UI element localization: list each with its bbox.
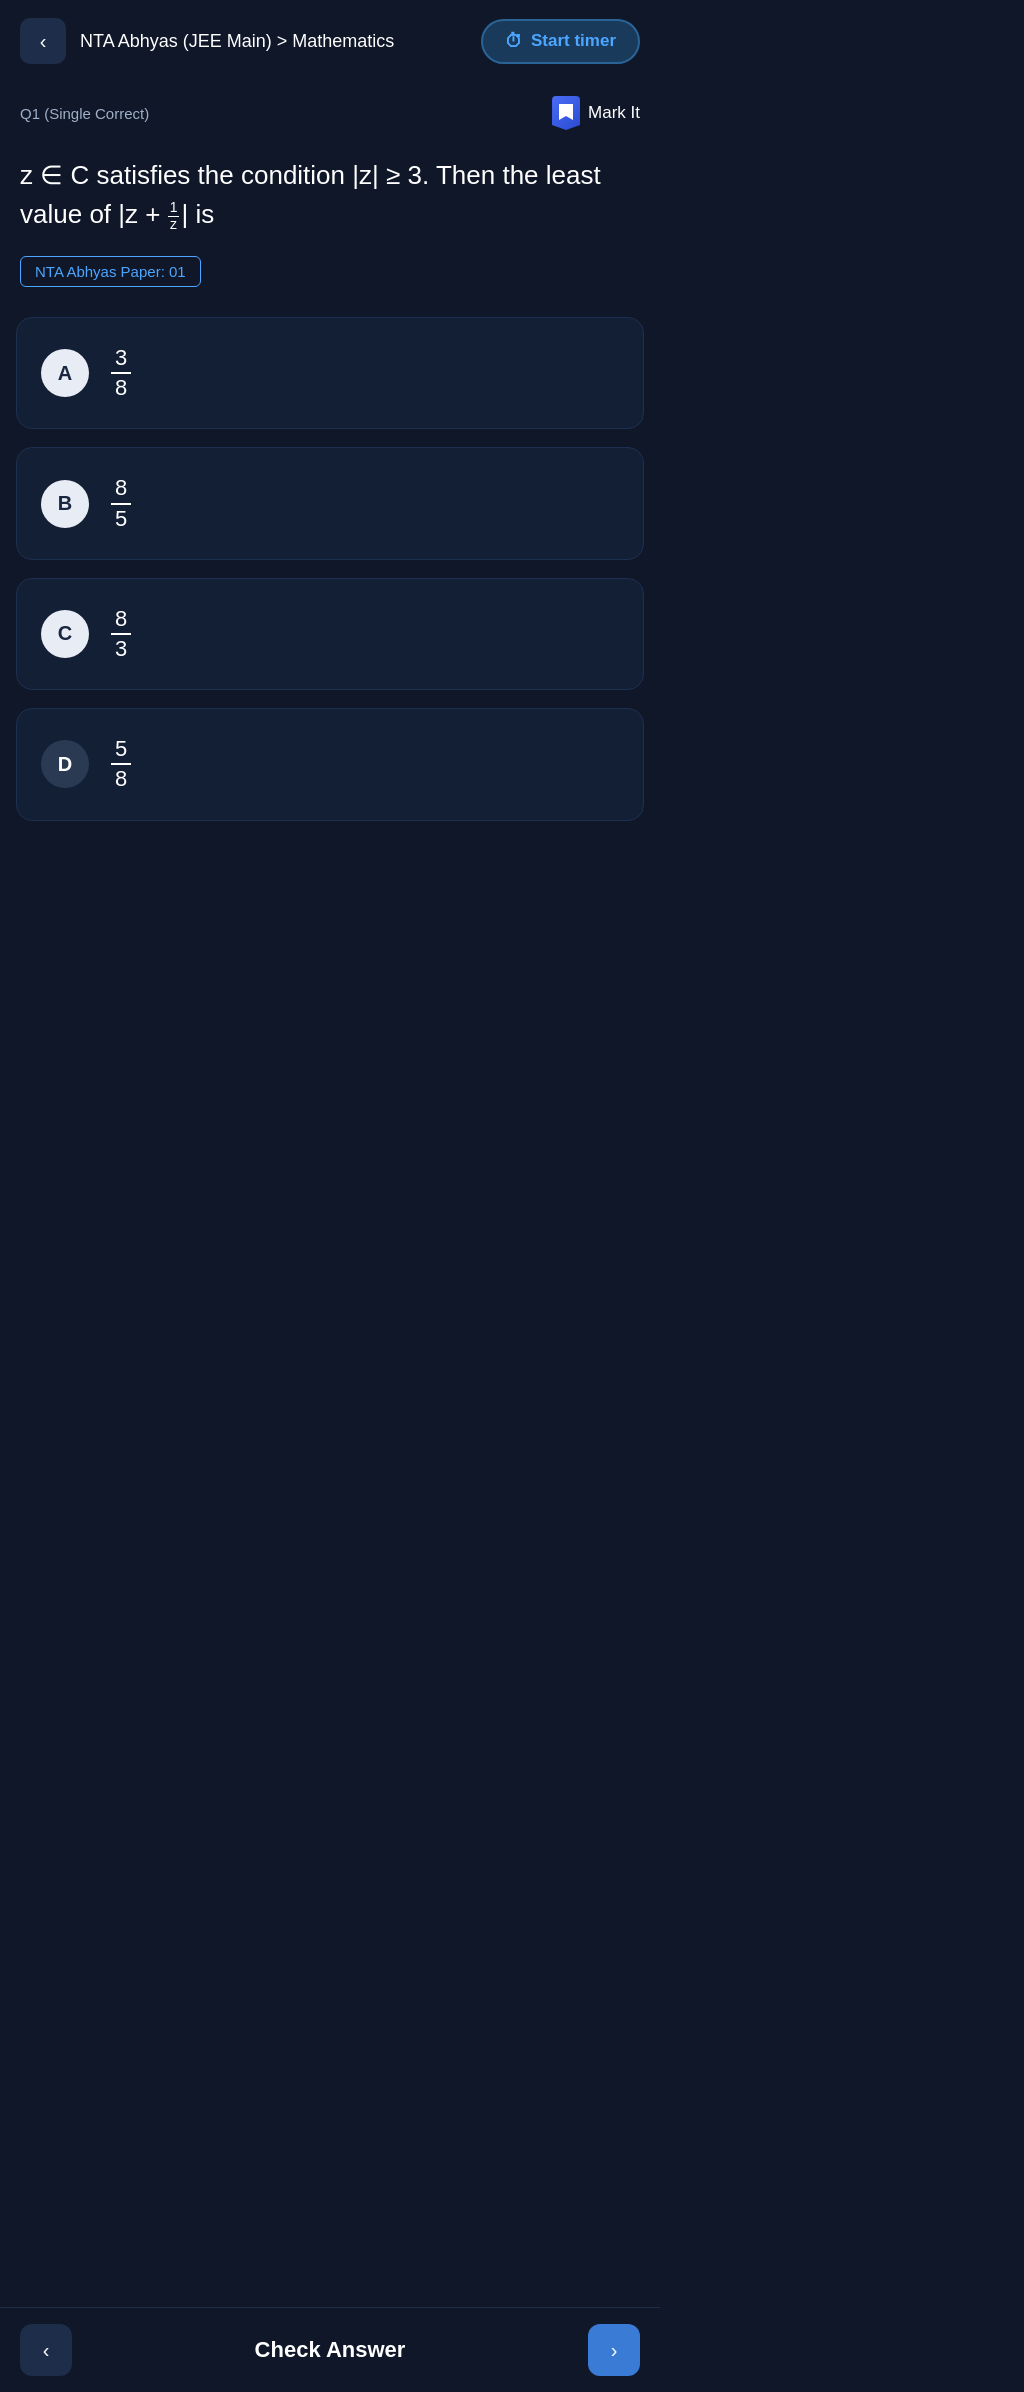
option-d-fraction: 5 8 — [111, 737, 131, 791]
tag-container: NTA Abhyas Paper: 01 — [0, 246, 660, 317]
option-b-den: 5 — [111, 505, 131, 531]
header-title: NTA Abhyas (JEE Main) > Mathematics — [80, 31, 394, 52]
option-b-circle: B — [41, 480, 89, 528]
option-d-den: 8 — [111, 765, 131, 791]
question-text-part2: | is — [181, 199, 214, 229]
option-b-num: 8 — [111, 476, 131, 504]
options-container: A 3 8 B 8 5 C 8 3 D 5 8 — [0, 317, 660, 821]
option-c-num: 8 — [111, 607, 131, 635]
option-a-circle: A — [41, 349, 89, 397]
prev-button[interactable]: ‹ — [20, 2324, 72, 2376]
question-text-part1: z ∈ C satisfies the condition |z| ≥ 3. T… — [20, 160, 601, 229]
option-c-fraction: 8 3 — [111, 607, 131, 661]
timer-icon: ⏱ — [505, 31, 523, 52]
question-fraction-num: 1 — [168, 200, 180, 216]
option-d-num: 5 — [111, 737, 131, 765]
header-left: ‹ NTA Abhyas (JEE Main) > Mathematics — [20, 18, 394, 64]
bookmark-icon — [552, 96, 580, 130]
question-label: Q1 (Single Correct) — [20, 105, 149, 122]
mark-it-button[interactable]: Mark It — [552, 96, 640, 130]
option-a-den: 8 — [111, 374, 131, 400]
bottom-bar: ‹ Check Answer › — [0, 2307, 660, 2392]
header: ‹ NTA Abhyas (JEE Main) > Mathematics ⏱ … — [0, 0, 660, 82]
option-b-fraction: 8 5 — [111, 476, 131, 530]
option-a-card[interactable]: A 3 8 — [16, 317, 644, 429]
next-button[interactable]: › — [588, 2324, 640, 2376]
option-d-card[interactable]: D 5 8 — [16, 708, 644, 820]
option-c-circle: C — [41, 610, 89, 658]
mark-it-label: Mark It — [588, 103, 640, 123]
question-text: z ∈ C satisfies the condition |z| ≥ 3. T… — [20, 156, 640, 234]
option-d-circle: D — [41, 740, 89, 788]
start-timer-label: Start timer — [531, 31, 616, 51]
check-answer-button[interactable]: Check Answer — [72, 2337, 588, 2363]
option-a-fraction: 3 8 — [111, 346, 131, 400]
question-fraction: 1z — [168, 200, 180, 232]
question-meta: Q1 (Single Correct) Mark It — [0, 82, 660, 140]
question-content: z ∈ C satisfies the condition |z| ≥ 3. T… — [0, 140, 660, 246]
back-button[interactable]: ‹ — [20, 18, 66, 64]
paper-tag: NTA Abhyas Paper: 01 — [20, 256, 201, 287]
option-c-card[interactable]: C 8 3 — [16, 578, 644, 690]
option-c-den: 3 — [111, 635, 131, 661]
start-timer-button[interactable]: ⏱ Start timer — [481, 19, 640, 64]
question-fraction-den: z — [168, 217, 179, 232]
option-b-card[interactable]: B 8 5 — [16, 447, 644, 559]
option-a-num: 3 — [111, 346, 131, 374]
